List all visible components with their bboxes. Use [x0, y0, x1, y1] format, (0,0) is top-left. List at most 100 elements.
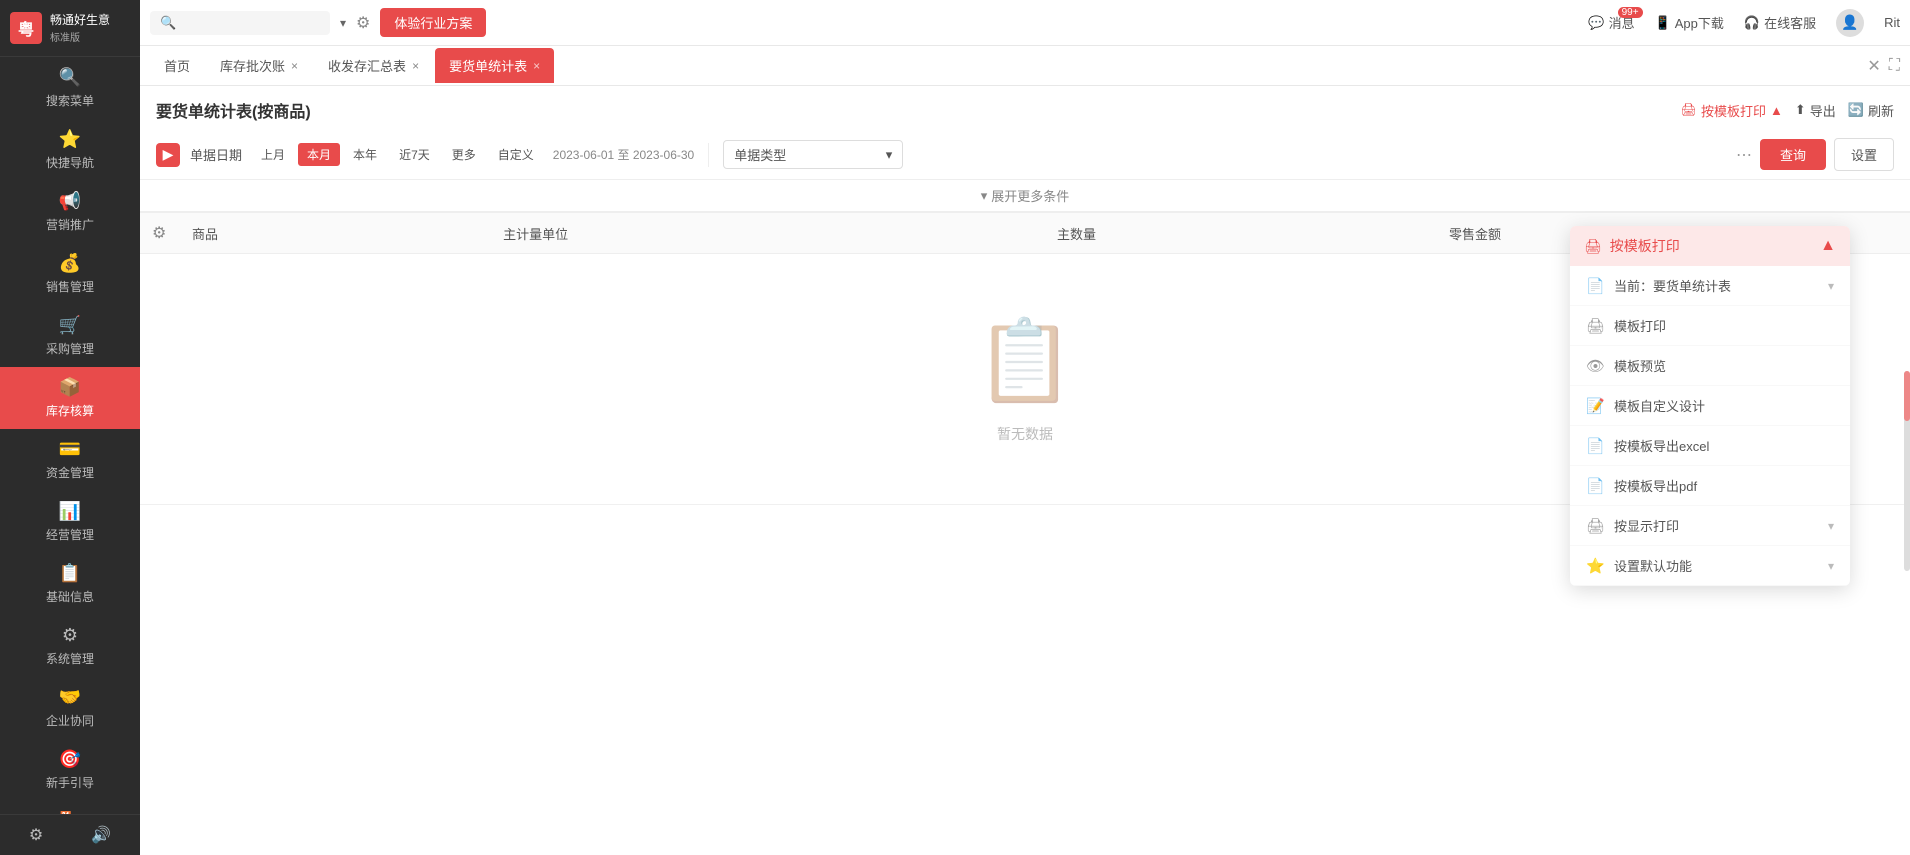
scrollbar[interactable]	[1904, 371, 1910, 571]
page-header: 要货单统计表(按商品) 🖨 按模板打印 ▲ ⬆ 导出 🔄 刷新	[140, 86, 1910, 130]
dropdown-chevron-icon: ▾	[340, 16, 346, 30]
sales-icon: 💰	[59, 253, 81, 274]
sidebar-item-purchase[interactable]: 🛒 采购管理	[0, 305, 140, 367]
refresh-icon: 🔄	[1848, 102, 1864, 118]
collab-icon: 🤝	[59, 687, 81, 708]
sidebar-item-inventory[interactable]: 📦 库存核算	[0, 367, 140, 429]
page-title: 要货单统计表(按商品)	[156, 98, 311, 122]
sidebar-item-finance[interactable]: 💳 资金管理	[0, 429, 140, 491]
maximize-window-icon[interactable]: ⛶	[1889, 57, 1900, 75]
sidebar-item-search[interactable]: 🔍 搜索菜单	[0, 57, 140, 119]
export-btn[interactable]: ⬆ 导出	[1795, 101, 1836, 120]
username: Rit	[1884, 15, 1900, 30]
sidebar-item-label: 系统管理	[46, 650, 94, 667]
order-type-select[interactable]: 单据类型 ▾	[723, 140, 903, 169]
dropdown-header: 🖨 按模板打印 ▲	[1570, 226, 1850, 266]
dropdown-template-print[interactable]: 🖨 模板打印	[1570, 306, 1850, 346]
date-btn-last-month[interactable]: 上月	[252, 143, 294, 166]
tab-label: 收发存汇总表	[328, 56, 406, 75]
sidebar-item-label: 基础信息	[46, 588, 94, 605]
settings-btn[interactable]: 设置	[1834, 138, 1894, 171]
expand-more-label: 展开更多条件	[991, 186, 1069, 205]
template-current-icon: 📄	[1586, 277, 1604, 295]
user-avatar[interactable]: 👤	[1836, 9, 1864, 37]
sidebar-item-basic[interactable]: 📋 基础信息	[0, 553, 140, 615]
tab-close-receipts[interactable]: ×	[412, 59, 419, 73]
online-service-label: 在线客服	[1764, 13, 1816, 32]
sidebar-item-shortcut[interactable]: ⭐ 快捷导航	[0, 119, 140, 181]
display-print-label: 按显示打印	[1614, 516, 1679, 535]
dropdown-template-design[interactable]: 📝 模板自定义设计	[1570, 386, 1850, 426]
display-print-chevron: ▾	[1828, 519, 1834, 533]
printer-icon: 🖨	[1584, 238, 1602, 255]
notifications-btn[interactable]: 💬 消息 99+	[1588, 13, 1634, 32]
filter-divider	[708, 143, 709, 167]
dropdown-close-icon[interactable]: ▲	[1820, 237, 1836, 255]
date-btn-this-year[interactable]: 本年	[344, 143, 386, 166]
print-template-dropdown: 🖨 按模板打印 ▲ 📄 当前：要货单统计表 ▾ 🖨 模板打印 👁 模板预览 📝	[1570, 226, 1850, 586]
dropdown-export-excel[interactable]: 📄 按模板导出excel	[1570, 426, 1850, 466]
table-header-quantity: 主数量	[1045, 213, 1437, 254]
sidebar-item-appstore[interactable]: 🏪 应用中心	[0, 801, 140, 814]
sidebar-item-sales[interactable]: 💰 销售管理	[0, 243, 140, 305]
filter-more-row: ▾ 展开更多条件	[140, 180, 1910, 212]
print-template-btn[interactable]: 🖨 按模板打印 ▲	[1680, 101, 1782, 120]
sidebar-item-marketing[interactable]: 📢 营销推广	[0, 181, 140, 243]
app-badge: 标准版	[50, 29, 110, 44]
date-btn-7days[interactable]: 近7天	[390, 143, 439, 166]
tab-requisition[interactable]: 要货单统计表 ×	[435, 48, 554, 83]
topbar-dropdown[interactable]: ▾	[340, 16, 346, 30]
avatar-icon: 👤	[1841, 14, 1858, 31]
tab-inventory-batch[interactable]: 库存批次账 ×	[206, 48, 312, 83]
table-settings-icon[interactable]: ⚙	[152, 225, 166, 242]
expand-more-icon: ▾	[981, 188, 988, 204]
sidebar-item-operation[interactable]: 📊 经营管理	[0, 491, 140, 553]
sidebar-item-newbie[interactable]: 🎯 新手引导	[0, 739, 140, 801]
sidebar-item-label: 经营管理	[46, 526, 94, 543]
close-window-icon[interactable]: ✕	[1867, 56, 1880, 76]
sidebar-item-label: 资金管理	[46, 464, 94, 481]
scrollbar-thumb	[1904, 371, 1910, 421]
filter-more-icon[interactable]: ⋯	[1736, 145, 1752, 165]
tab-close-requisition[interactable]: ×	[533, 59, 540, 73]
display-print-icon: 🖨	[1586, 517, 1604, 535]
dropdown-template-preview[interactable]: 👁 模板预览	[1570, 346, 1850, 386]
tab-receipts[interactable]: 收发存汇总表 ×	[314, 48, 433, 83]
filter-expand-btn[interactable]: ▶	[156, 143, 180, 167]
search-input[interactable]	[182, 16, 302, 30]
print-chevron-icon: ▲	[1770, 103, 1783, 118]
sidebar-item-system[interactable]: ⚙ 系统管理	[0, 615, 140, 677]
settings-bottom-icon[interactable]: ⚙	[29, 825, 43, 845]
dropdown-set-default[interactable]: ⭐ 设置默认功能 ▾	[1570, 546, 1850, 586]
bell-icon: 💬	[1588, 15, 1604, 31]
dropdown-title: 🖨 按模板打印	[1584, 236, 1680, 256]
tab-close-inventory[interactable]: ×	[291, 59, 298, 73]
date-btn-more[interactable]: 更多	[443, 143, 485, 166]
order-type-chevron-icon: ▾	[886, 147, 893, 163]
app-download-btn[interactable]: 📱 App下载	[1655, 13, 1724, 32]
dropdown-export-pdf[interactable]: 📄 按模板导出pdf	[1570, 466, 1850, 506]
sidebar-item-label: 新手引导	[46, 774, 94, 791]
refresh-btn[interactable]: 🔄 刷新	[1848, 101, 1894, 120]
date-btn-this-month[interactable]: 本月	[298, 143, 340, 166]
sidebar-item-collab[interactable]: 🤝 企业协同	[0, 677, 140, 739]
trial-button[interactable]: 体验行业方案	[380, 8, 486, 37]
search-bar[interactable]: 🔍	[150, 11, 330, 35]
tab-home[interactable]: 首页	[150, 48, 204, 83]
expand-more-btn[interactable]: ▾ 展开更多条件	[981, 186, 1070, 205]
online-service-btn[interactable]: 🎧 在线客服	[1744, 13, 1816, 32]
topbar-gear-icon[interactable]: ⚙	[356, 13, 370, 33]
col-label: 主计量单位	[503, 227, 568, 242]
query-btn[interactable]: 查询	[1760, 139, 1826, 170]
tab-window-controls: ✕ ⛶	[1867, 56, 1900, 76]
dropdown-current-template[interactable]: 📄 当前：要货单统计表 ▾	[1570, 266, 1850, 306]
sound-bottom-icon[interactable]: 🔊	[91, 825, 111, 845]
search-icon: 🔍	[160, 15, 176, 31]
system-icon: ⚙	[62, 625, 78, 646]
template-print-label: 模板打印	[1614, 316, 1666, 335]
operation-icon: 📊	[59, 501, 81, 522]
tab-bar: 首页 库存批次账 × 收发存汇总表 × 要货单统计表 × ✕ ⛶	[140, 46, 1910, 86]
date-btn-custom[interactable]: 自定义	[489, 143, 543, 166]
download-icon: 📱	[1655, 15, 1671, 31]
dropdown-display-print[interactable]: 🖨 按显示打印 ▾	[1570, 506, 1850, 546]
